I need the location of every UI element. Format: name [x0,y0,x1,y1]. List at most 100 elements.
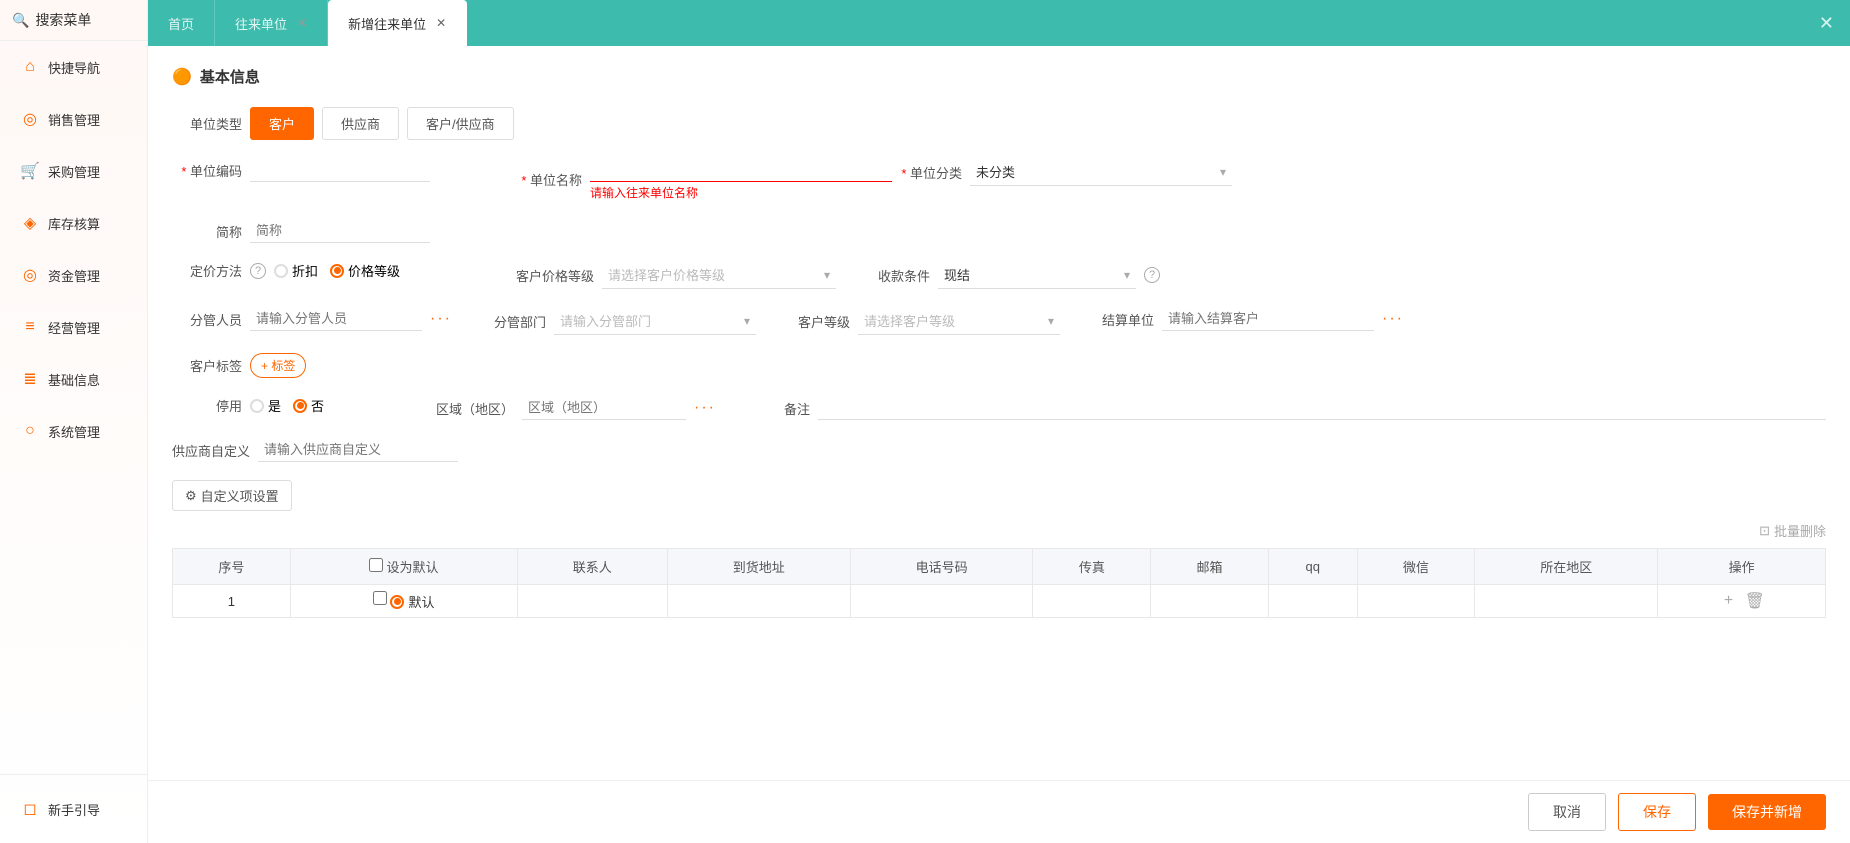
col-seq: 序号 [173,549,291,585]
basic-icon: ≣ [20,369,40,389]
section-icon: 🟠 [172,67,192,87]
col-region: 所在地区 [1475,549,1658,585]
tab-new-partner[interactable]: 新增往来单位 ✕ [328,0,467,46]
customer-price-placeholder: 请选择客户价格等级 [608,265,820,284]
row-region [1475,585,1658,618]
sidebar-search[interactable]: 🔍 搜索菜单 [0,0,147,41]
tab-home[interactable]: 首页 [148,0,215,46]
select-all-checkbox[interactable] [369,558,383,572]
sidebar-item-purchase[interactable]: 🛒 采购管理 [4,147,143,195]
cancel-button[interactable]: 取消 [1528,793,1606,831]
payment-terms-select[interactable]: 现结 ▾ [938,261,1136,289]
region-more-btn[interactable]: ··· [694,399,716,417]
save-button[interactable]: 保存 [1618,793,1696,831]
disable-no-label: 否 [311,396,324,415]
disable-no[interactable]: 否 [293,396,324,415]
settlement-label: 结算单位 [1084,310,1154,329]
unit-name-error: 请输入往来单位名称 [590,184,892,201]
note-group: 备注 [740,396,1826,420]
batch-delete-label[interactable]: 批量删除 [1774,521,1826,540]
section-header: 🟠 基本信息 [172,66,1826,87]
unit-name-input[interactable] [590,158,892,182]
operations-icon: ≡ [20,317,40,337]
customer-price-label: 客户价格等级 [516,266,594,285]
customer-level-select[interactable]: 请选择客户等级 ▾ [858,307,1060,335]
supplier-custom-row: 供应商自定义 [172,438,1826,462]
manager-input[interactable] [250,307,422,331]
unit-category-select[interactable]: 未分类 ▾ [970,158,1232,186]
col-action: 操作 [1658,549,1826,585]
tab-new-partner-close[interactable]: ✕ [436,16,446,30]
sidebar-item-system[interactable]: ○ 系统管理 [4,407,143,455]
department-placeholder: 请输入分管部门 [560,311,740,330]
row-contact [517,585,667,618]
sidebar-item-guide[interactable]: ◻ 新手引导 [4,785,143,833]
unit-code-input[interactable]: 000009 [250,158,430,182]
disable-group: 停用 是 否 [172,396,412,415]
disable-yes[interactable]: 是 [250,396,281,415]
unit-name-label: 单位名称 [512,170,582,189]
unit-category-chevron: ▾ [1220,165,1226,179]
row-address [667,585,850,618]
payment-terms-label: 收款条件 [860,266,930,285]
disable-radio-group: 是 否 [250,396,324,415]
type-btn-supplier[interactable]: 供应商 [322,107,399,140]
col-email: 邮箱 [1151,549,1269,585]
sidebar-item-quick-nav[interactable]: ⌂ 快捷导航 [4,43,143,91]
department-select[interactable]: 请输入分管部门 ▾ [554,307,756,335]
row-checkbox[interactable] [373,591,387,605]
manager-more-btn[interactable]: ··· [430,310,452,328]
row-default: 默认 [290,585,517,618]
sidebar-item-finance[interactable]: ◎ 资金管理 [4,251,143,299]
batch-delete-area: ⊡ 批量删除 [172,521,1826,540]
sales-icon: ◎ [20,109,40,129]
unit-code-label: 单位编码 [172,161,242,180]
add-row-button[interactable]: + [1719,591,1739,611]
delete-row-button[interactable]: 🗑 [1745,591,1765,611]
pricing-radio-discount[interactable]: 折扣 [274,261,318,280]
region-label: 区域（地区） [436,399,514,418]
add-tag-button[interactable]: + 标签 [250,353,306,378]
customer-price-select[interactable]: 请选择客户价格等级 ▾ [602,261,836,289]
region-input[interactable] [522,396,686,420]
payment-terms-value: 现结 [944,265,1120,284]
type-btn-customer[interactable]: 客户 [250,107,314,140]
contact-table: 序号 设为默认 联系人 到货地址 电话号码 传真 邮箱 qq 微信 所在地区 操… [172,548,1826,618]
tab-partners-close[interactable]: ✕ [297,16,307,30]
note-input[interactable] [818,396,1826,420]
row-default-radio[interactable]: 默认 [390,592,434,611]
supplier-custom-input[interactable] [258,438,458,462]
sidebar-item-basic[interactable]: ≣ 基础信息 [4,355,143,403]
unit-name-input-wrapper: 请输入往来单位名称 [590,158,892,201]
disable-yes-circle [250,399,264,413]
pricing-radio-level[interactable]: 价格等级 [330,261,400,280]
tag-group: 客户标签 + 标签 [172,353,1826,378]
region-group: 区域（地区） ··· [436,396,716,420]
custom-settings-button[interactable]: ⚙ 自定义项设置 [172,480,292,511]
sidebar-search-label: 搜索菜单 [35,10,91,30]
sidebar-item-operations[interactable]: ≡ 经营管理 [4,303,143,351]
sidebar-item-inventory[interactable]: ◈ 库存核算 [4,199,143,247]
customer-level-placeholder: 请选择客户等级 [864,311,1044,330]
col-phone: 电话号码 [850,549,1033,585]
settlement-more-btn[interactable]: ··· [1382,310,1404,328]
type-btn-both[interactable]: 客户/供应商 [407,107,514,140]
settlement-input[interactable] [1162,307,1374,331]
sidebar-item-label: 销售管理 [48,110,100,129]
pricing-help-icon[interactable]: ? [250,263,266,279]
customer-level-group: 客户等级 请选择客户等级 ▾ [780,307,1060,335]
shortname-input[interactable] [250,219,430,243]
pricing-level-circle [330,264,344,278]
main-area: 首页 往来单位 ✕ 新增往来单位 ✕ ✕ 🟠 基本信息 单位类型 客户 供应商 … [148,0,1850,843]
unit-type-label: 单位类型 [172,114,242,133]
batch-delete-icon: ⊡ [1759,523,1770,539]
payment-help-icon[interactable]: ? [1144,267,1160,283]
tab-bar-close-all[interactable]: ✕ [1803,13,1850,34]
sidebar-item-label: 经营管理 [48,318,100,337]
row-seq: 1 [173,585,291,618]
sidebar-item-label: 新手引导 [48,800,100,819]
tag-row: 客户标签 + 标签 [172,353,1826,378]
save-add-button[interactable]: 保存并新增 [1708,794,1826,830]
sidebar-item-sales[interactable]: ◎ 销售管理 [4,95,143,143]
tab-partners[interactable]: 往来单位 ✕ [215,0,328,46]
